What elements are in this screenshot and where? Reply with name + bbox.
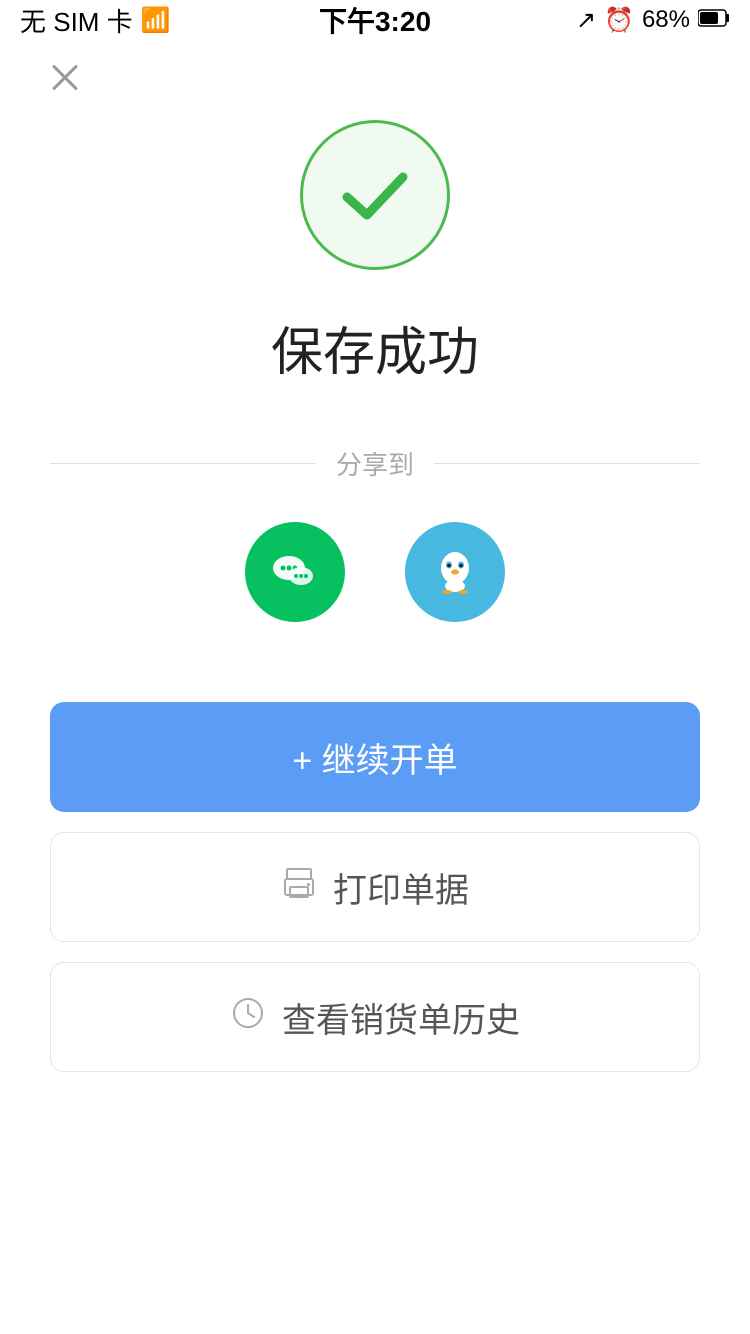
share-divider: 分享到 bbox=[50, 445, 700, 482]
no-sim-label: 无 SIM 卡 bbox=[20, 2, 133, 39]
battery-icon bbox=[698, 6, 730, 34]
action-buttons: + 继续开单 打印单据 查看销 bbox=[50, 702, 700, 1072]
success-title: 保存成功 bbox=[271, 310, 479, 385]
close-button[interactable] bbox=[40, 52, 90, 102]
wechat-icon bbox=[265, 542, 325, 602]
history-button[interactable]: 查看销货单历史 bbox=[50, 962, 700, 1072]
print-button[interactable]: 打印单据 bbox=[50, 832, 700, 942]
divider-left bbox=[50, 463, 316, 464]
history-label: 查看销货单历史 bbox=[282, 993, 520, 1042]
share-label: 分享到 bbox=[336, 445, 414, 482]
success-circle bbox=[300, 120, 450, 270]
divider-right bbox=[434, 463, 700, 464]
print-label: 打印单据 bbox=[333, 863, 469, 912]
continue-button[interactable]: + 继续开单 bbox=[50, 702, 700, 812]
wechat-share-button[interactable] bbox=[245, 522, 345, 622]
checkmark-icon bbox=[335, 155, 415, 235]
qq-icon bbox=[425, 542, 485, 602]
status-right: ↗ ⏰ 68% bbox=[576, 6, 730, 35]
status-time: 下午3:20 bbox=[319, 0, 431, 40]
status-bar: 无 SIM 卡 📶 下午3:20 ↗ ⏰ 68% bbox=[0, 0, 750, 40]
battery-label: 68% bbox=[642, 6, 690, 34]
status-left: 无 SIM 卡 📶 bbox=[20, 2, 171, 39]
clock-icon bbox=[230, 995, 266, 1040]
qq-share-button[interactable] bbox=[405, 522, 505, 622]
wifi-icon: 📶 bbox=[141, 6, 171, 35]
continue-label: + 继续开单 bbox=[292, 733, 457, 782]
printer-icon bbox=[281, 865, 317, 910]
share-icons bbox=[245, 522, 505, 622]
alarm-icon: ⏰ bbox=[604, 6, 634, 35]
main-content: 保存成功 分享到 bbox=[0, 40, 750, 1072]
location-icon: ↗ bbox=[576, 6, 596, 35]
